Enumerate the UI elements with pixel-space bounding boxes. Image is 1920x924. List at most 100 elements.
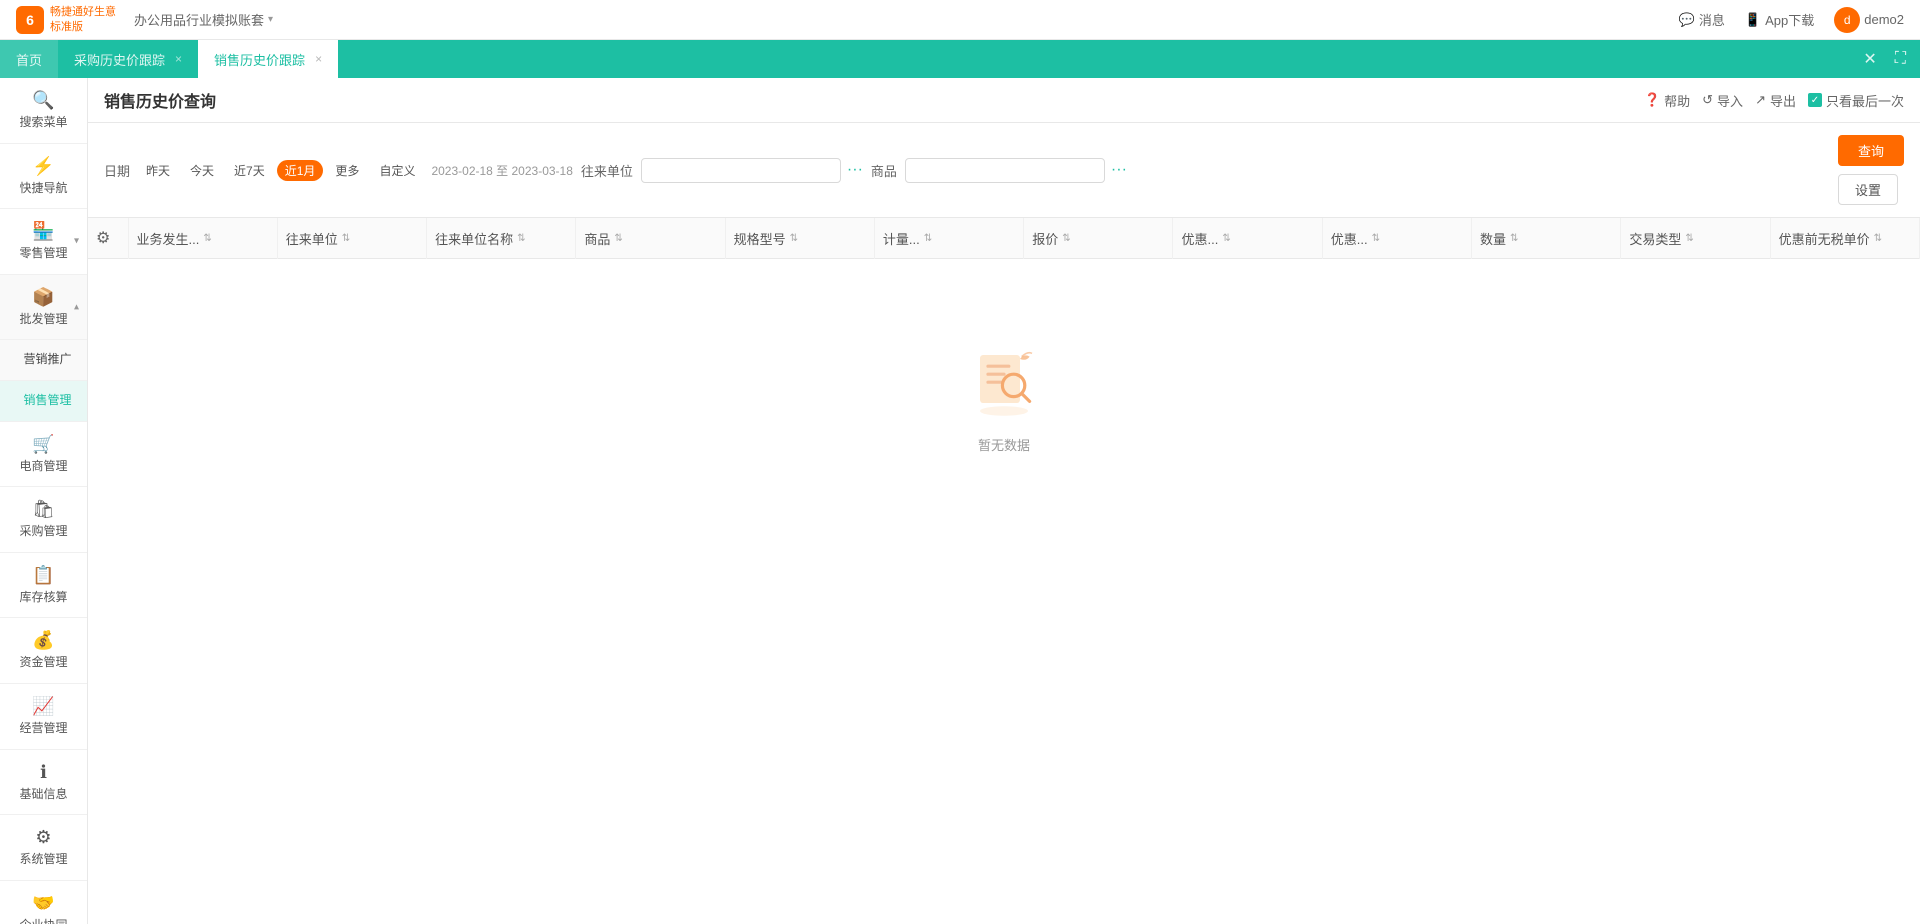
tab-sales-history[interactable]: 销售历史价跟踪 × bbox=[198, 40, 338, 78]
export-button[interactable]: ↗ 导出 bbox=[1755, 91, 1796, 110]
goods-input-group: ··· bbox=[905, 158, 1127, 183]
col-price[interactable]: 报价⇅ bbox=[1024, 218, 1173, 259]
top-header: 6 畅捷通好生意 标准版 办公用品行业模拟账套 ▾ 💬 消息 📱 App下载 d… bbox=[0, 0, 1920, 40]
col-partner-name[interactable]: 往来单位名称⇅ bbox=[427, 218, 576, 259]
col-discount2[interactable]: 优惠...⇅ bbox=[1322, 218, 1471, 259]
col-pretax-price[interactable]: 优惠前无税单价⇅ bbox=[1770, 218, 1919, 259]
col-spec[interactable]: 规格型号⇅ bbox=[725, 218, 874, 259]
date-label: 日期 bbox=[104, 161, 130, 180]
empty-state: 暂无数据 bbox=[88, 259, 1920, 534]
enterprise-icon: 🤝 bbox=[32, 893, 54, 914]
sidebar-item-finance[interactable]: 💰 资金管理 bbox=[0, 618, 87, 684]
filter-row: 日期 昨天 今天 近7天 近1月 更多 自定义 2023-02-18 至 202… bbox=[104, 158, 1826, 183]
col-unit[interactable]: 计量...⇅ bbox=[874, 218, 1023, 259]
sort-icon: ⇅ bbox=[790, 233, 798, 244]
basic-icon: ℹ bbox=[40, 762, 47, 783]
sort-icon: ⇅ bbox=[614, 233, 622, 244]
logo-area: 6 畅捷通好生意 标准版 bbox=[16, 5, 116, 34]
sidebar-item-search[interactable]: 🔍 搜索菜单 bbox=[0, 78, 87, 144]
sort-icon: ⇅ bbox=[1062, 233, 1070, 244]
empty-text: 暂无数据 bbox=[978, 435, 1030, 454]
date-btn-7days[interactable]: 近7天 bbox=[226, 160, 273, 181]
partner-dots-icon[interactable]: ··· bbox=[847, 161, 863, 179]
tab-purchase-history[interactable]: 采购历史价跟踪 × bbox=[58, 40, 198, 78]
user-menu-button[interactable]: d demo2 bbox=[1834, 7, 1904, 33]
tab-bar: 首页 采购历史价跟踪 × 销售历史价跟踪 × ✕ ⛶ bbox=[0, 40, 1920, 78]
sort-icon: ⇅ bbox=[1372, 233, 1380, 244]
date-btn-custom[interactable]: 自定义 bbox=[371, 160, 423, 181]
window-maximize-icon[interactable]: ⛶ bbox=[1891, 46, 1910, 72]
app-selector[interactable]: 办公用品行业模拟账套 ▾ bbox=[126, 6, 281, 33]
main-layout: 🔍 搜索菜单 ⚡ 快捷导航 🏪 零售管理 ▾ 📦 批发管理 ▴ 营销推广 销售管… bbox=[0, 78, 1920, 924]
sidebar-item-basic[interactable]: ℹ 基础信息 bbox=[0, 750, 87, 816]
sidebar-item-sales-mgmt[interactable]: 销售管理 bbox=[0, 381, 87, 422]
app-download-button[interactable]: 📱 App下载 bbox=[1745, 10, 1814, 29]
window-close-icon[interactable]: ✕ bbox=[1859, 45, 1880, 73]
help-button[interactable]: ❓ 帮助 bbox=[1644, 91, 1690, 110]
sidebar-item-operations[interactable]: 📈 经营管理 bbox=[0, 684, 87, 750]
query-button[interactable]: 查询 bbox=[1838, 135, 1904, 166]
page-title: 销售历史价查询 bbox=[104, 88, 216, 112]
col-discount1[interactable]: 优惠...⇅ bbox=[1173, 218, 1322, 259]
col-qty[interactable]: 数量⇅ bbox=[1472, 218, 1621, 259]
sidebar-item-ecommerce[interactable]: 🛒 电商管理 bbox=[0, 422, 87, 488]
filter-buttons: 查询 设置 bbox=[1838, 135, 1904, 205]
header-left: 6 畅捷通好生意 标准版 办公用品行业模拟账套 ▾ bbox=[16, 5, 281, 34]
message-button[interactable]: 💬 消息 bbox=[1679, 10, 1725, 29]
sidebar-item-marketing[interactable]: 营销推广 bbox=[0, 340, 87, 381]
sidebar: 🔍 搜索菜单 ⚡ 快捷导航 🏪 零售管理 ▾ 📦 批发管理 ▴ 营销推广 销售管… bbox=[0, 78, 88, 924]
chevron-down-icon: ▾ bbox=[74, 236, 79, 247]
import-icon: ↺ bbox=[1702, 92, 1713, 108]
tab-home[interactable]: 首页 bbox=[0, 40, 58, 78]
sidebar-item-enterprise[interactable]: 🤝 企业协同 bbox=[0, 881, 87, 924]
sidebar-item-quicknav[interactable]: ⚡ 快捷导航 bbox=[0, 144, 87, 210]
date-btn-1month[interactable]: 近1月 bbox=[277, 160, 324, 181]
date-btn-more[interactable]: 更多 bbox=[327, 160, 367, 181]
table-container: ⚙ 业务发生...⇅ 往来单位⇅ 往来单位名称⇅ bbox=[88, 218, 1920, 924]
sort-icon: ⇅ bbox=[517, 233, 525, 244]
sort-icon: ⇅ bbox=[1510, 233, 1518, 244]
inventory-icon: 📋 bbox=[32, 565, 54, 586]
gear-icon[interactable]: ⚙ bbox=[96, 230, 110, 247]
goods-dots-icon[interactable]: ··· bbox=[1111, 161, 1127, 179]
ecommerce-icon: 🛒 bbox=[32, 434, 54, 455]
message-icon: 💬 bbox=[1679, 12, 1695, 28]
partner-input-group: ··· bbox=[641, 158, 863, 183]
sort-icon: ⇅ bbox=[1685, 233, 1693, 244]
sidebar-item-wholesale[interactable]: 📦 批发管理 ▴ bbox=[0, 275, 87, 341]
settings-button[interactable]: 设置 bbox=[1838, 174, 1898, 205]
sort-icon: ⇅ bbox=[203, 233, 211, 244]
finance-icon: 💰 bbox=[32, 630, 54, 651]
table-header-row: ⚙ 业务发生...⇅ 往来单位⇅ 往来单位名称⇅ bbox=[88, 218, 1920, 259]
close-sales-tab-icon[interactable]: × bbox=[315, 52, 322, 66]
search-icon: 🔍 bbox=[32, 90, 54, 111]
col-biz-date[interactable]: 业务发生...⇅ bbox=[128, 218, 277, 259]
only-last-checkbox[interactable]: ✓ 只看最后一次 bbox=[1808, 91, 1904, 110]
empty-icon bbox=[964, 339, 1044, 419]
filter-area: 日期 昨天 今天 近7天 近1月 更多 自定义 2023-02-18 至 202… bbox=[88, 123, 1920, 218]
goods-label: 商品 bbox=[871, 161, 897, 180]
sidebar-item-retail[interactable]: 🏪 零售管理 ▾ bbox=[0, 209, 87, 275]
sidebar-item-inventory[interactable]: 📋 库存核算 bbox=[0, 553, 87, 619]
sidebar-item-purchase[interactable]: 🛍 采购管理 bbox=[0, 487, 87, 553]
purchase-icon: 🛍 bbox=[32, 499, 55, 520]
partner-input[interactable] bbox=[641, 158, 841, 183]
sidebar-item-system[interactable]: ⚙ 系统管理 bbox=[0, 815, 87, 881]
date-btn-today[interactable]: 今天 bbox=[182, 160, 222, 181]
close-purchase-tab-icon[interactable]: × bbox=[175, 52, 182, 66]
col-partner-code[interactable]: 往来单位⇅ bbox=[277, 218, 426, 259]
chevron-down-icon: ▾ bbox=[268, 14, 273, 25]
goods-input[interactable] bbox=[905, 158, 1105, 183]
page-title-bar: 销售历史价查询 ❓ 帮助 ↺ 导入 ↗ 导出 ✓ bbox=[88, 78, 1920, 123]
logo-text: 畅捷通好生意 标准版 bbox=[50, 5, 116, 34]
logo-icon: 6 bbox=[16, 6, 44, 34]
date-btn-yesterday[interactable]: 昨天 bbox=[138, 160, 178, 181]
import-button[interactable]: ↺ 导入 bbox=[1702, 91, 1743, 110]
date-shortcuts: 昨天 今天 近7天 近1月 更多 自定义 bbox=[138, 160, 423, 181]
page-title-actions: ❓ 帮助 ↺ 导入 ↗ 导出 ✓ 只看最后一次 bbox=[1644, 91, 1904, 110]
sort-icon: ⇅ bbox=[1874, 233, 1882, 244]
col-goods[interactable]: 商品⇅ bbox=[576, 218, 725, 259]
help-icon: ❓ bbox=[1644, 92, 1660, 108]
col-trade-type[interactable]: 交易类型⇅ bbox=[1621, 218, 1770, 259]
export-icon: ↗ bbox=[1755, 92, 1766, 108]
